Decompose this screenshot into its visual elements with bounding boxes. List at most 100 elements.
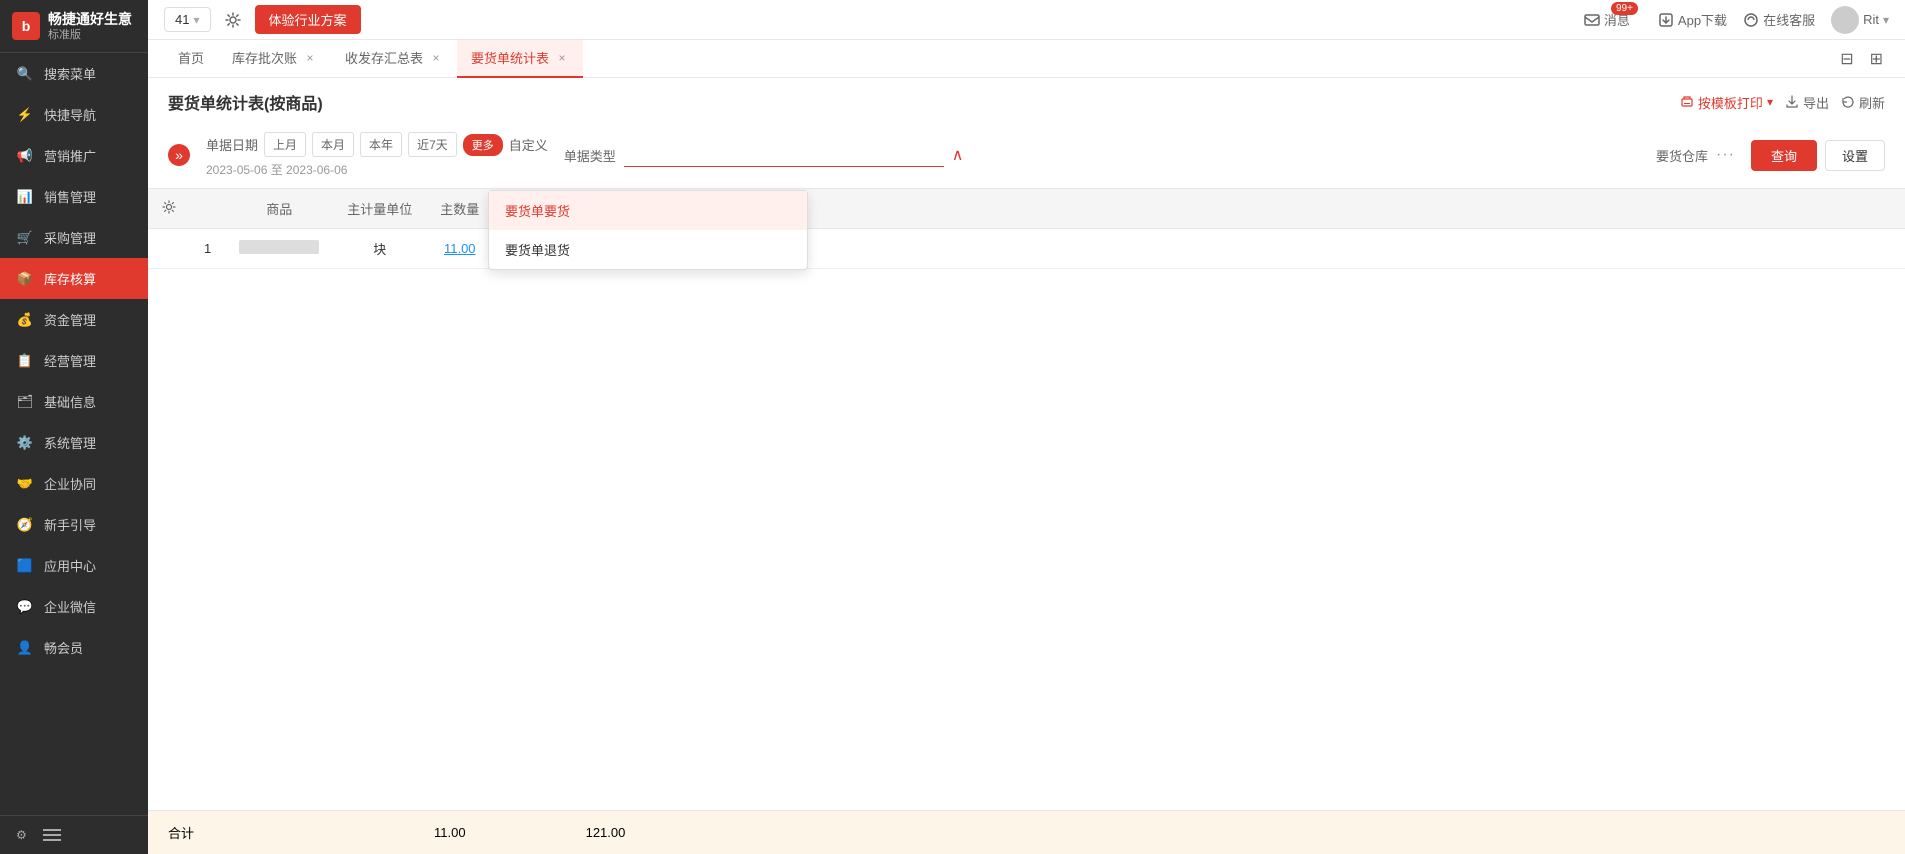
tab-recvsum[interactable]: 收发存汇总表 × <box>331 40 457 78</box>
sidebar-item-member[interactable]: 👤 畅会员 <box>0 627 148 668</box>
sidebar-item-sales[interactable]: 📊 销售管理 <box>0 176 148 217</box>
tab-recvsum-close-icon[interactable]: × <box>429 51 443 65</box>
sidebar-item-label: 经营管理 <box>44 351 96 370</box>
warehouse-more-icon[interactable]: ··· <box>1716 146 1735 164</box>
sidebar-item-search[interactable]: 🔍 搜索菜单 <box>0 53 148 94</box>
tab-batch-close-icon[interactable]: × <box>303 51 317 65</box>
footer-label: 合计 <box>168 823 194 842</box>
refresh-button[interactable]: 刷新 <box>1841 93 1885 112</box>
tab-reqstat[interactable]: 要货单统计表 × <box>457 40 583 78</box>
marketing-icon: 📢 <box>16 147 34 165</box>
warehouse-label: 要货仓库 <box>1656 146 1708 165</box>
sidebar-bottom: ⚙ <box>0 815 148 854</box>
logo-area: b 畅捷通好生意 标准版 <box>0 0 148 53</box>
filter-expand-button[interactable]: » <box>168 144 190 166</box>
date-custom-btn[interactable]: 自定义 <box>509 135 548 154</box>
settings-button[interactable]: 设置 <box>1825 140 1885 171</box>
date-label: 单据日期 <box>206 135 258 154</box>
sidebar-item-inventory[interactable]: 📦 库存核算 <box>0 258 148 299</box>
type-dropdown-arrow-icon[interactable]: ∧ <box>952 145 964 165</box>
tabs-end-area: ⊟ ⊞ <box>1834 47 1889 71</box>
sidebar-item-label: 应用中心 <box>44 556 96 575</box>
logo-text: 畅捷通好生意 标准版 <box>48 10 132 42</box>
footer-qty-value: 11.00 <box>434 825 466 840</box>
table-footer: 合计 11.00 121.00 <box>148 810 1905 854</box>
sidebar-item-system[interactable]: ⚙️ 系统管理 <box>0 422 148 463</box>
table-area: 商品 主计量单位 主数量 零售金额 1 块 11.00 <box>148 189 1905 810</box>
wechat-icon: 💬 <box>16 598 34 616</box>
system-icon: ⚙️ <box>16 434 34 452</box>
tab-reqstat-label: 要货单统计表 <box>471 48 549 67</box>
sidebar-item-label: 销售管理 <box>44 187 96 206</box>
sidebar-item-label: 资金管理 <box>44 310 96 329</box>
type-dropdown-overlay: 要货单要货 要货单退货 <box>148 188 1905 270</box>
selector-dropdown[interactable]: 41 ▾ <box>164 7 211 32</box>
dropdown-item-req-purchase[interactable]: 要货单要货 <box>489 191 807 230</box>
operations-icon: 📋 <box>16 352 34 370</box>
tab-home[interactable]: 首页 <box>164 40 218 78</box>
settings-bottom-btn[interactable]: ⚙ <box>16 828 27 842</box>
collapse-btn[interactable] <box>43 828 61 842</box>
sidebar: b 畅捷通好生意 标准版 🔍 搜索菜单 ⚡ 快捷导航 📢 营销推广 📊 销售管理… <box>0 0 148 854</box>
date-range-display: 2023-05-06 至 2023-06-06 <box>206 161 548 178</box>
purchase-icon: 🛒 <box>16 229 34 247</box>
sidebar-item-wechat[interactable]: 💬 企业微信 <box>0 586 148 627</box>
date-btn-this-year[interactable]: 本年 <box>360 132 402 157</box>
footer-amount-value: 121.00 <box>586 825 626 840</box>
app-download-button[interactable]: App下载 <box>1658 10 1727 29</box>
logo-sub: 标准版 <box>48 28 132 42</box>
user-area[interactable]: Rit ▾ <box>1831 6 1889 34</box>
filter-date-section: 单据日期 上月 本月 本年 近7天 更多 自定义 2023-05-06 至 20… <box>206 132 548 178</box>
refresh-label: 刷新 <box>1859 93 1885 112</box>
page-title: 要货单统计表(按商品) <box>168 90 323 114</box>
online-service-button[interactable]: 在线客服 <box>1743 10 1815 29</box>
message-button[interactable]: 消息 99+ <box>1584 10 1630 29</box>
promo-button[interactable]: 体验行业方案 <box>255 5 361 34</box>
page-actions: 按模板打印 ▾ 导出 刷新 <box>1680 93 1885 112</box>
sidebar-item-finance[interactable]: 💰 资金管理 <box>0 299 148 340</box>
main-content: 41 ▾ 体验行业方案 消息 99+ App下载 在线客服 <box>148 0 1905 854</box>
selector-arrow-icon: ▾ <box>193 13 199 27</box>
sidebar-item-label: 系统管理 <box>44 433 96 452</box>
quicknav-icon: ⚡ <box>16 106 34 124</box>
topbar-left: 41 ▾ 体验行业方案 <box>164 5 361 34</box>
sidebar-item-operations[interactable]: 📋 经营管理 <box>0 340 148 381</box>
topbar-gear-icon[interactable] <box>219 6 247 34</box>
logo-title: 畅捷通好生意 <box>48 10 132 28</box>
sidebar-item-apps[interactable]: 🟦 应用中心 <box>0 545 148 586</box>
type-input[interactable] <box>624 143 944 167</box>
tab-batch[interactable]: 库存批次账 × <box>218 40 331 78</box>
enterprise-icon: 🤝 <box>16 475 34 493</box>
date-btn-last-7-days[interactable]: 近7天 <box>408 132 457 157</box>
sidebar-item-purchase[interactable]: 🛒 采购管理 <box>0 217 148 258</box>
sidebar-item-label: 企业协同 <box>44 474 96 493</box>
message-badge: 99+ <box>1611 2 1638 15</box>
print-button[interactable]: 按模板打印 ▾ <box>1680 93 1773 112</box>
query-button[interactable]: 查询 <box>1751 140 1817 171</box>
sidebar-item-marketing[interactable]: 📢 营销推广 <box>0 135 148 176</box>
sidebar-item-enterprise[interactable]: 🤝 企业协同 <box>0 463 148 504</box>
tab-reqstat-close-icon[interactable]: × <box>555 51 569 65</box>
type-label: 单据类型 <box>564 146 616 165</box>
inventory-icon: 📦 <box>16 270 34 288</box>
dropdown-item-req-return[interactable]: 要货单退货 <box>489 230 807 269</box>
base-icon: 🗂 <box>16 393 34 411</box>
export-button[interactable]: 导出 <box>1785 93 1829 112</box>
sidebar-item-guide[interactable]: 🧭 新手引导 <box>0 504 148 545</box>
sidebar-item-label: 采购管理 <box>44 228 96 247</box>
online-service-label: 在线客服 <box>1763 10 1815 29</box>
date-btn-last-month[interactable]: 上月 <box>264 132 306 157</box>
date-btn-this-month[interactable]: 本月 <box>312 132 354 157</box>
app-download-label: App下载 <box>1678 10 1727 29</box>
selector-value: 41 <box>175 12 189 27</box>
search-icon: 🔍 <box>16 65 34 83</box>
date-btn-more[interactable]: 更多 <box>463 134 503 156</box>
print-label: 按模板打印 <box>1698 93 1763 112</box>
tab-expand-icon[interactable]: ⊟ <box>1834 47 1859 71</box>
page-header: 要货单统计表(按商品) 按模板打印 ▾ 导出 刷新 <box>148 78 1905 122</box>
tab-maximize-icon[interactable]: ⊞ <box>1864 47 1889 71</box>
sidebar-item-quicknav[interactable]: ⚡ 快捷导航 <box>0 94 148 135</box>
filter-area: » 单据日期 上月 本月 本年 近7天 更多 自定义 2023-05-06 至 … <box>148 122 1905 189</box>
tabs-bar: 首页 库存批次账 × 收发存汇总表 × 要货单统计表 × ⊟ ⊞ <box>148 40 1905 78</box>
sidebar-item-base[interactable]: 🗂 基础信息 <box>0 381 148 422</box>
